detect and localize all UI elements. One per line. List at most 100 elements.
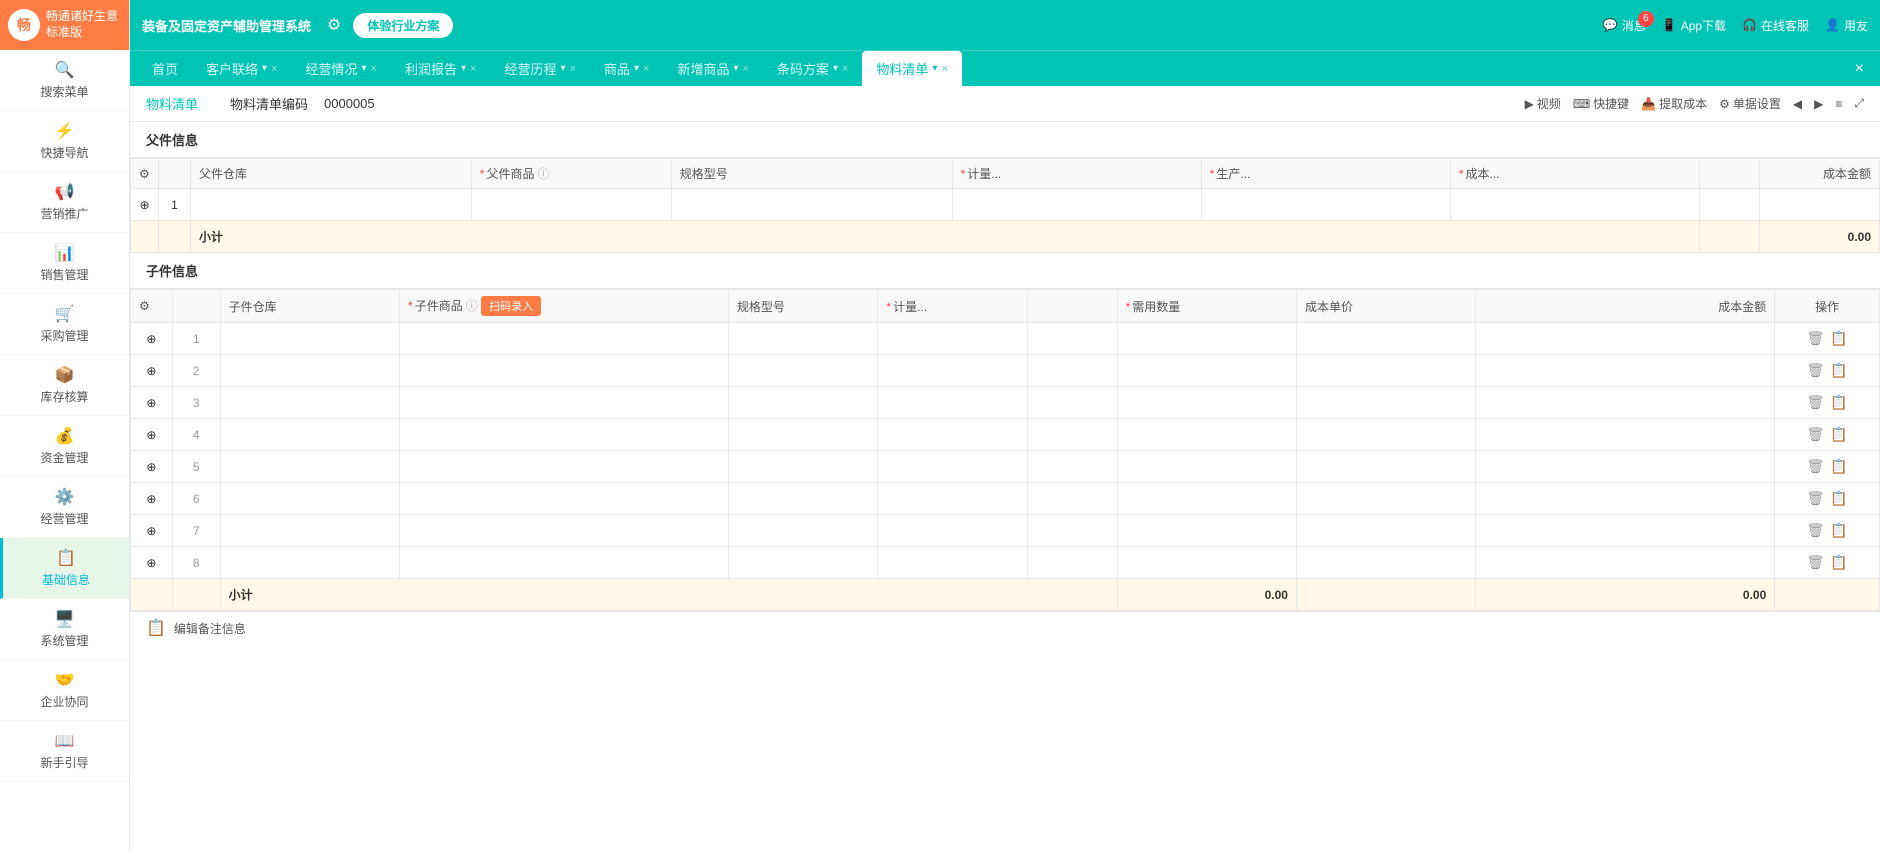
delete-icon[interactable]: 🗑 [1807, 490, 1825, 507]
tab-new-product[interactable]: 新增商品 ▾ × [663, 51, 762, 86]
child-row-settings[interactable]: ⊕ [131, 451, 173, 483]
child-unit-cell[interactable] [878, 419, 1027, 451]
tab-close-icon[interactable]: × [271, 63, 277, 75]
child-spec-cell[interactable] [728, 451, 877, 483]
sidebar-item-enterprise[interactable]: 🤝 企业协同 [0, 660, 129, 721]
child-warehouse-cell[interactable] [220, 323, 399, 355]
copy-icon[interactable]: 📋 [1830, 394, 1847, 411]
child-product-cell[interactable] [400, 451, 729, 483]
child-warehouse-cell[interactable] [220, 451, 399, 483]
tab-product[interactable]: 商品 ▾ × [590, 51, 663, 86]
parent-warehouse-cell[interactable] [191, 189, 472, 221]
child-unit-cost-cell[interactable] [1296, 483, 1475, 515]
delete-icon[interactable]: 🗑 [1807, 426, 1825, 443]
child-unit-cell[interactable] [878, 483, 1027, 515]
child-unit-cost-cell[interactable] [1296, 451, 1475, 483]
child-spec-cell[interactable] [728, 419, 877, 451]
parent-unit-cell[interactable] [952, 189, 1201, 221]
child-warehouse-cell[interactable] [220, 515, 399, 547]
child-qty-cell[interactable] [1117, 451, 1296, 483]
child-unit-cost-cell[interactable] [1296, 515, 1475, 547]
notes-label[interactable]: 编辑备注信息 [174, 620, 246, 637]
parent-row-settings[interactable]: ⊕ [131, 189, 159, 221]
child-unit-cell[interactable] [878, 515, 1027, 547]
delete-icon[interactable]: 🗑 [1807, 458, 1825, 475]
tab-barcode[interactable]: 条码方案 ▾ × [763, 51, 862, 86]
copy-icon[interactable]: 📋 [1830, 458, 1847, 475]
child-spec-cell[interactable] [728, 323, 877, 355]
expand-icon-button[interactable]: ⤢ [1854, 96, 1864, 111]
delete-icon[interactable]: 🗑 [1807, 362, 1825, 379]
copy-icon[interactable]: 📋 [1830, 554, 1847, 571]
parent-col-settings[interactable]: ⚙ [131, 159, 159, 189]
child-warehouse-cell[interactable] [220, 387, 399, 419]
child-warehouse-cell[interactable] [220, 419, 399, 451]
child-unit-cell[interactable] [878, 355, 1027, 387]
child-unit-cost-cell[interactable] [1296, 323, 1475, 355]
sidebar-item-guide[interactable]: 📖 新手引导 [0, 721, 129, 782]
tab-operations[interactable]: 经营情况 ▾ × [292, 51, 391, 86]
child-warehouse-cell[interactable] [220, 355, 399, 387]
child-unit-cost-cell[interactable] [1296, 419, 1475, 451]
copy-icon[interactable]: 📋 [1830, 522, 1847, 539]
child-product-cell[interactable] [400, 387, 729, 419]
menu-icon-button[interactable]: ≡ [1835, 97, 1842, 111]
app-download-button[interactable]: 📱 App下载 [1662, 17, 1726, 34]
child-row-settings[interactable]: ⊕ [131, 419, 173, 451]
shortcut-button[interactable]: ⌨ 快捷键 [1573, 95, 1629, 112]
child-product-cell[interactable] [400, 419, 729, 451]
tab-bom[interactable]: 物料清单 ▾ × [862, 51, 961, 86]
child-unit-cell[interactable] [878, 451, 1027, 483]
child-qty-cell[interactable] [1117, 323, 1296, 355]
child-warehouse-cell[interactable] [220, 483, 399, 515]
child-unit-cell[interactable] [878, 547, 1027, 579]
sidebar-item-quicknav[interactable]: ⚡ 快捷导航 [0, 111, 129, 172]
child-spec-cell[interactable] [728, 515, 877, 547]
tab-close-icon[interactable]: × [371, 63, 377, 75]
child-spec-cell[interactable] [728, 483, 877, 515]
sidebar-item-purchase[interactable]: 🛒 采购管理 [0, 294, 129, 355]
tab-close-icon[interactable]: × [742, 63, 748, 75]
sidebar-item-sales[interactable]: 📊 销售管理 [0, 233, 129, 294]
single-settings-button[interactable]: ⚙ 单据设置 [1719, 95, 1781, 112]
message-button[interactable]: 💬 消息 6 [1603, 17, 1646, 34]
child-row-settings[interactable]: ⊕ [131, 355, 173, 387]
child-product-cell[interactable] [400, 323, 729, 355]
parent-cost-cell[interactable] [1450, 189, 1699, 221]
child-qty-cell[interactable] [1117, 419, 1296, 451]
child-unit-cell[interactable] [878, 387, 1027, 419]
child-unit-cost-cell[interactable] [1296, 387, 1475, 419]
parent-production-cell[interactable] [1201, 189, 1450, 221]
child-row-settings[interactable]: ⊕ [131, 483, 173, 515]
child-unit-cost-cell[interactable] [1296, 547, 1475, 579]
child-col-settings[interactable]: ⚙ [131, 290, 173, 323]
tab-close-icon[interactable]: × [570, 63, 576, 75]
tab-customer[interactable]: 客户联络 ▾ × [192, 51, 291, 86]
tab-close-icon[interactable]: × [842, 63, 848, 75]
copy-icon[interactable]: 📋 [1830, 490, 1847, 507]
trial-button[interactable]: 体验行业方案 [353, 13, 453, 38]
child-qty-cell[interactable] [1117, 355, 1296, 387]
scan-button[interactable]: 扫码录入 [481, 296, 541, 316]
service-button[interactable]: 🎧 在线客服 [1742, 17, 1809, 34]
child-qty-cell[interactable] [1117, 483, 1296, 515]
child-qty-cell[interactable] [1117, 547, 1296, 579]
child-row-settings[interactable]: ⊕ [131, 323, 173, 355]
nav-prev-button[interactable]: ◀ [1793, 97, 1802, 111]
video-button[interactable]: ▶ 视频 [1525, 95, 1561, 112]
child-spec-cell[interactable] [728, 547, 877, 579]
close-all-icon[interactable]: × [1847, 60, 1872, 78]
breadcrumb-parent[interactable]: 物料清单 [146, 94, 198, 113]
parent-product-cell[interactable] [471, 189, 671, 221]
tab-close-icon[interactable]: × [643, 63, 649, 75]
child-row-settings[interactable]: ⊕ [131, 515, 173, 547]
child-row-settings[interactable]: ⊕ [131, 387, 173, 419]
delete-icon[interactable]: 🗑 [1807, 554, 1825, 571]
sidebar-item-system[interactable]: 🖥️ 系统管理 [0, 599, 129, 660]
extract-cost-button[interactable]: 📥 提取成本 [1641, 95, 1707, 112]
child-spec-cell[interactable] [728, 387, 877, 419]
tab-history[interactable]: 经营历程 ▾ × [490, 51, 589, 86]
tab-home[interactable]: 首页 [138, 51, 192, 86]
copy-icon[interactable]: 📋 [1830, 362, 1847, 379]
nav-next-button[interactable]: ▶ [1814, 97, 1823, 111]
